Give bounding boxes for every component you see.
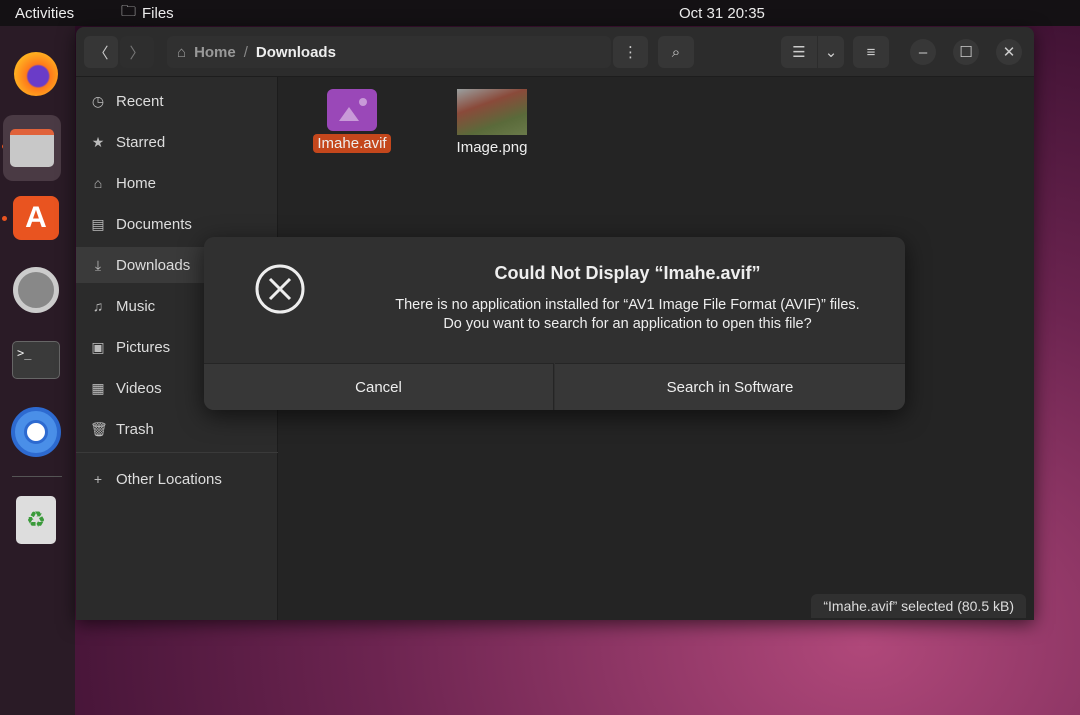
- view-options-button[interactable]: ⌄: [818, 36, 844, 68]
- breadcrumb-home[interactable]: Home: [194, 44, 236, 61]
- hamburger-icon: ≡: [866, 43, 876, 61]
- home-icon: ⌂: [93, 175, 103, 191]
- star-icon: ★: [91, 133, 105, 150]
- breadcrumb-current[interactable]: Downloads: [256, 44, 336, 61]
- status-bar: “Imahe.avif” selected (80.5 kB): [811, 594, 1026, 618]
- clock[interactable]: Oct 31 20:35: [679, 5, 765, 22]
- maximize-icon: ☐: [959, 44, 973, 61]
- close-button[interactable]: ✕: [996, 39, 1022, 65]
- chevron-left-icon: 〈: [93, 44, 109, 62]
- files-icon[interactable]: [3, 115, 61, 181]
- search-button[interactable]: ⌕: [658, 36, 694, 68]
- home-icon: ⌂: [177, 43, 187, 61]
- sidebar-item-other-locations[interactable]: + Other Locations: [76, 461, 278, 497]
- plus-icon: +: [93, 471, 103, 487]
- breadcrumb: ⌂ Home / Downloads: [167, 36, 611, 68]
- sidebar-item-label: Documents: [116, 215, 192, 233]
- sidebar-item-label: Videos: [116, 379, 162, 397]
- view-list-button[interactable]: ☰: [781, 36, 817, 68]
- path-menu-button[interactable]: ⋮: [613, 36, 648, 68]
- forward-button[interactable]: 〉: [120, 36, 154, 68]
- message-line: There is no application installed for “A…: [395, 297, 860, 313]
- minimize-button[interactable]: –: [910, 39, 936, 65]
- sidebar-item-label: Pictures: [116, 338, 171, 356]
- sidebar-item-home[interactable]: ⌂ Home: [76, 165, 278, 201]
- close-icon: ✕: [1002, 44, 1016, 61]
- list-icon: ☰: [792, 44, 806, 61]
- software-icon[interactable]: A: [10, 192, 62, 244]
- image-file-icon: [327, 89, 377, 131]
- image-thumbnail: [457, 89, 527, 135]
- document-icon: ▤: [91, 215, 105, 232]
- file-item[interactable]: Image.png: [442, 89, 542, 156]
- header-bar: 〈 〉 ⌂ Home / Downloads ⋮ ⌕ ☰ ⌄ ≡ – ☐ ✕: [76, 27, 1034, 77]
- settings-icon[interactable]: [10, 264, 62, 316]
- file-name: Imahe.avif: [313, 134, 391, 153]
- dialog-message: There is no application installed for “A…: [350, 296, 905, 334]
- picture-icon: ▣: [91, 338, 105, 355]
- activities-button[interactable]: Activities: [15, 5, 74, 22]
- error-dialog: Could Not Display “Imahe.avif” There is …: [204, 237, 905, 410]
- sidebar-item-recent[interactable]: ◷ Recent: [76, 83, 278, 119]
- main-menu-button[interactable]: ≡: [853, 36, 889, 68]
- minimize-icon: –: [918, 43, 928, 61]
- sidebar-item-trash[interactable]: 🗑 Trash: [76, 411, 278, 447]
- app-name: Files: [142, 4, 174, 22]
- breadcrumb-separator: /: [243, 43, 248, 61]
- sidebar-item-label: Music: [116, 297, 156, 315]
- firefox-icon[interactable]: [10, 48, 62, 100]
- sidebar-item-label: Recent: [116, 92, 164, 110]
- clock-icon: ◷: [91, 92, 105, 109]
- search-icon: ⌕: [671, 43, 681, 61]
- video-icon: ▦: [91, 379, 105, 396]
- top-bar: Activities 🗀 Files Oct 31 20:35: [0, 0, 1080, 26]
- folder-icon: 🗀: [121, 2, 137, 20]
- trash-icon: 🗑: [90, 420, 108, 437]
- search-in-software-button[interactable]: Search in Software: [555, 363, 905, 410]
- chevron-right-icon: 〉: [129, 44, 145, 62]
- error-circle-icon: [255, 264, 305, 314]
- sidebar-item-label: Trash: [116, 420, 154, 438]
- chevron-down-icon: ⌄: [824, 44, 838, 61]
- terminal-icon[interactable]: >_: [10, 334, 62, 386]
- sidebar-item-label: Home: [116, 174, 157, 192]
- file-item[interactable]: Imahe.avif: [302, 89, 402, 153]
- dock: A >_ ♻: [0, 26, 75, 715]
- more-vertical-icon: ⋮: [623, 44, 638, 61]
- message-line: Do you want to search for an application…: [443, 316, 812, 332]
- sidebar-item-label: Other Locations: [116, 470, 222, 488]
- music-icon: ♫: [92, 298, 104, 314]
- trash-icon[interactable]: ♻: [10, 494, 62, 546]
- app-menu[interactable]: 🗀 Files: [121, 1, 174, 26]
- chromium-icon[interactable]: [10, 406, 62, 458]
- file-name: Image.png: [456, 139, 528, 156]
- sidebar-item-label: Starred: [116, 133, 166, 151]
- dialog-title: Could Not Display “Imahe.avif”: [494, 263, 761, 283]
- sidebar-item-label: Downloads: [116, 256, 191, 274]
- cancel-button[interactable]: Cancel: [204, 363, 554, 410]
- maximize-button[interactable]: ☐: [953, 39, 979, 65]
- download-icon: ⤓: [94, 256, 102, 273]
- back-button[interactable]: 〈: [84, 36, 118, 68]
- sidebar-item-starred[interactable]: ★ Starred: [76, 124, 278, 160]
